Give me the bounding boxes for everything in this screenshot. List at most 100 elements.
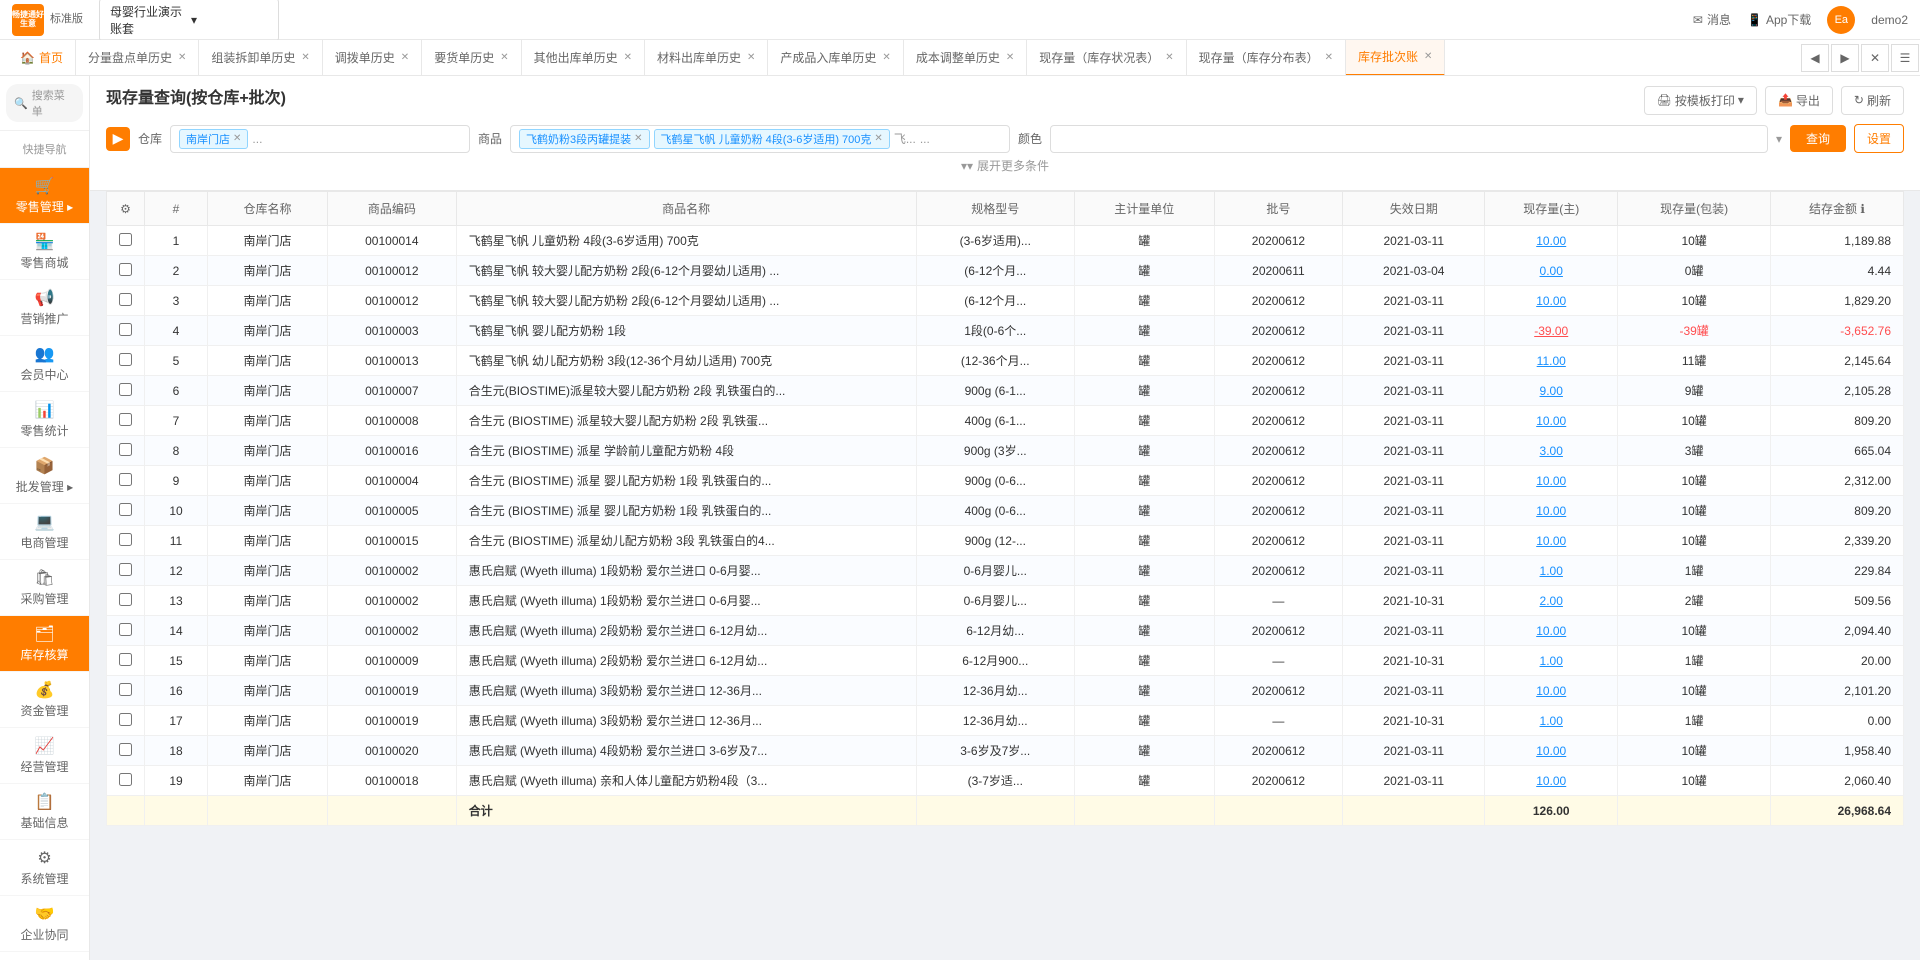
sidebar-item-new-guide[interactable]: 🎯 新手引导: [0, 952, 89, 960]
expand-sidebar-btn[interactable]: ▶: [106, 127, 130, 151]
tab-close-combo-dismantle[interactable]: ✕: [301, 52, 309, 63]
tab-nav-left[interactable]: ◀: [1801, 44, 1829, 72]
row-checkbox[interactable]: [107, 496, 145, 526]
tab-require-goods[interactable]: 要货单历史 ✕: [422, 40, 521, 76]
tab-close-product-inbound[interactable]: ✕: [882, 52, 890, 63]
sidebar-search-box[interactable]: 🔍 搜索菜单: [6, 84, 83, 122]
tab-close-stock-dist[interactable]: ✕: [1325, 52, 1333, 63]
tab-other-outbound[interactable]: 其他出库单历史 ✕: [522, 40, 645, 76]
sidebar-item-ecommerce[interactable]: 💻 电商管理: [0, 504, 89, 560]
row-qty-main[interactable]: 1.00: [1485, 706, 1618, 736]
sidebar-item-operations[interactable]: 📈 经营管理: [0, 728, 89, 784]
product-tag-1-close[interactable]: ✕: [634, 133, 642, 144]
tab-home[interactable]: 🏠 首页: [8, 40, 76, 76]
row-qty-main[interactable]: 10.00: [1485, 466, 1618, 496]
sidebar-item-retail-mgmt[interactable]: 🛒 零售管理 ▸: [0, 168, 89, 224]
row-checkbox[interactable]: [107, 526, 145, 556]
row-checkbox[interactable]: [107, 286, 145, 316]
col-settings-icon[interactable]: ⚙: [120, 202, 131, 216]
sidebar-item-inventory[interactable]: 🗂 库存核算: [0, 616, 89, 672]
tab-nav-menu[interactable]: ☰: [1891, 44, 1919, 72]
row-qty-main[interactable]: 3.00: [1485, 436, 1618, 466]
row-qty-main[interactable]: 9.00: [1485, 376, 1618, 406]
tab-close-stock-status[interactable]: ✕: [1165, 52, 1173, 63]
tab-close-split-inventory[interactable]: ✕: [178, 52, 186, 63]
tab-close-pick-history[interactable]: ✕: [401, 52, 409, 63]
tab-stock-dist[interactable]: 现存量（库存分布表） ✕: [1187, 40, 1346, 76]
avatar[interactable]: Ea: [1827, 6, 1855, 34]
row-checkbox[interactable]: [107, 406, 145, 436]
row-qty-main[interactable]: 10.00: [1485, 736, 1618, 766]
row-qty-main[interactable]: 10.00: [1485, 676, 1618, 706]
tab-pick-history[interactable]: 调拨单历史 ✕: [323, 40, 422, 76]
sidebar-item-finance[interactable]: 💰 资金管理: [0, 672, 89, 728]
tab-material-outbound[interactable]: 材料出库单历史 ✕: [645, 40, 768, 76]
row-qty-main[interactable]: 10.00: [1485, 496, 1618, 526]
messages-btn[interactable]: ✉ 消息: [1693, 11, 1731, 28]
row-qty-main[interactable]: 10.00: [1485, 226, 1618, 256]
warehouse-filter[interactable]: 南岸门店 ✕ ...: [170, 125, 470, 153]
tab-split-inventory[interactable]: 分量盘点单历史 ✕: [76, 40, 199, 76]
row-qty-main[interactable]: 2.00: [1485, 586, 1618, 616]
row-checkbox[interactable]: [107, 706, 145, 736]
sidebar-item-purchase[interactable]: 🛍 采购管理: [0, 560, 89, 616]
row-qty-main[interactable]: 11.00: [1485, 346, 1618, 376]
row-checkbox[interactable]: [107, 646, 145, 676]
row-qty-main[interactable]: 1.00: [1485, 556, 1618, 586]
row-checkbox[interactable]: [107, 226, 145, 256]
sidebar-item-marketing[interactable]: 📢 营销推广: [0, 280, 89, 336]
tab-close-require-goods[interactable]: ✕: [500, 52, 508, 63]
row-checkbox[interactable]: [107, 676, 145, 706]
row-qty-main[interactable]: 10.00: [1485, 766, 1618, 796]
row-checkbox[interactable]: [107, 586, 145, 616]
product-tag-2-close[interactable]: ✕: [874, 133, 882, 144]
row-qty-main[interactable]: 10.00: [1485, 526, 1618, 556]
row-checkbox[interactable]: [107, 736, 145, 766]
tab-product-inbound[interactable]: 产成品入库单历史 ✕: [768, 40, 903, 76]
row-checkbox[interactable]: [107, 436, 145, 466]
tab-close-batch-voucher[interactable]: ✕: [1424, 51, 1432, 62]
org-selector[interactable]: 母婴行业演示账套 ▾: [99, 0, 279, 42]
sidebar-item-retail-stats[interactable]: 📊 零售统计: [0, 392, 89, 448]
query-btn[interactable]: 查询: [1790, 125, 1846, 152]
sidebar-item-enterprise-collab[interactable]: 🤝 企业协同: [0, 896, 89, 952]
row-checkbox[interactable]: [107, 376, 145, 406]
tab-close-cost-adjust[interactable]: ✕: [1006, 52, 1014, 63]
row-checkbox[interactable]: [107, 346, 145, 376]
product-filter[interactable]: 飞鹤奶粉3段丙罐提装 ✕ 飞鹤星飞帆 儿童奶粉 4段(3-6岁适用) 700克 …: [510, 125, 1010, 153]
tab-combo-dismantle[interactable]: 组装拆卸单历史 ✕: [199, 40, 322, 76]
row-checkbox[interactable]: [107, 556, 145, 586]
sidebar-item-retail-mall[interactable]: 🏪 零售商城: [0, 224, 89, 280]
tab-stock-status[interactable]: 现存量（库存状况表） ✕: [1027, 40, 1186, 76]
tab-cost-adjust[interactable]: 成本调整单历史 ✕: [904, 40, 1027, 76]
sidebar-item-wholesale[interactable]: 📦 批发管理 ▸: [0, 448, 89, 504]
col-settings-header[interactable]: ⚙: [107, 192, 145, 226]
row-qty-main[interactable]: 0.00: [1485, 256, 1618, 286]
row-qty-main[interactable]: -39.00: [1485, 316, 1618, 346]
row-qty-main[interactable]: 10.00: [1485, 286, 1618, 316]
row-checkbox[interactable]: [107, 766, 145, 796]
warehouse-tag-close[interactable]: ✕: [233, 133, 241, 144]
color-dropdown-arrow[interactable]: ▾: [1776, 132, 1782, 146]
sidebar-search-area[interactable]: 🔍 搜索菜单: [0, 76, 89, 131]
row-qty-main[interactable]: 1.00: [1485, 646, 1618, 676]
tab-nav-right[interactable]: ▶: [1831, 44, 1859, 72]
tab-nav-close[interactable]: ✕: [1861, 44, 1889, 72]
row-checkbox[interactable]: [107, 616, 145, 646]
color-filter[interactable]: [1050, 125, 1768, 153]
row-checkbox[interactable]: [107, 316, 145, 346]
expand-more-conditions[interactable]: ▾▾ 展开更多条件: [106, 153, 1904, 182]
print-btn[interactable]: 🖨 按模板打印 ▾: [1644, 86, 1757, 115]
row-qty-main[interactable]: 10.00: [1485, 406, 1618, 436]
sidebar-item-basic-info[interactable]: 📋 基础信息: [0, 784, 89, 840]
tab-close-material-outbound[interactable]: ✕: [747, 52, 755, 63]
row-qty-main[interactable]: 10.00: [1485, 616, 1618, 646]
tab-batch-voucher[interactable]: 库存批次账 ✕: [1346, 40, 1445, 76]
sidebar-item-system[interactable]: ⚙ 系统管理: [0, 840, 89, 896]
app-download-btn[interactable]: 📱 App下载: [1747, 11, 1811, 28]
export-btn[interactable]: 📤 导出: [1765, 86, 1833, 115]
row-checkbox[interactable]: [107, 256, 145, 286]
settings-btn[interactable]: 设置: [1854, 124, 1904, 153]
tab-close-other-outbound[interactable]: ✕: [624, 52, 632, 63]
sidebar-item-member[interactable]: 👥 会员中心: [0, 336, 89, 392]
